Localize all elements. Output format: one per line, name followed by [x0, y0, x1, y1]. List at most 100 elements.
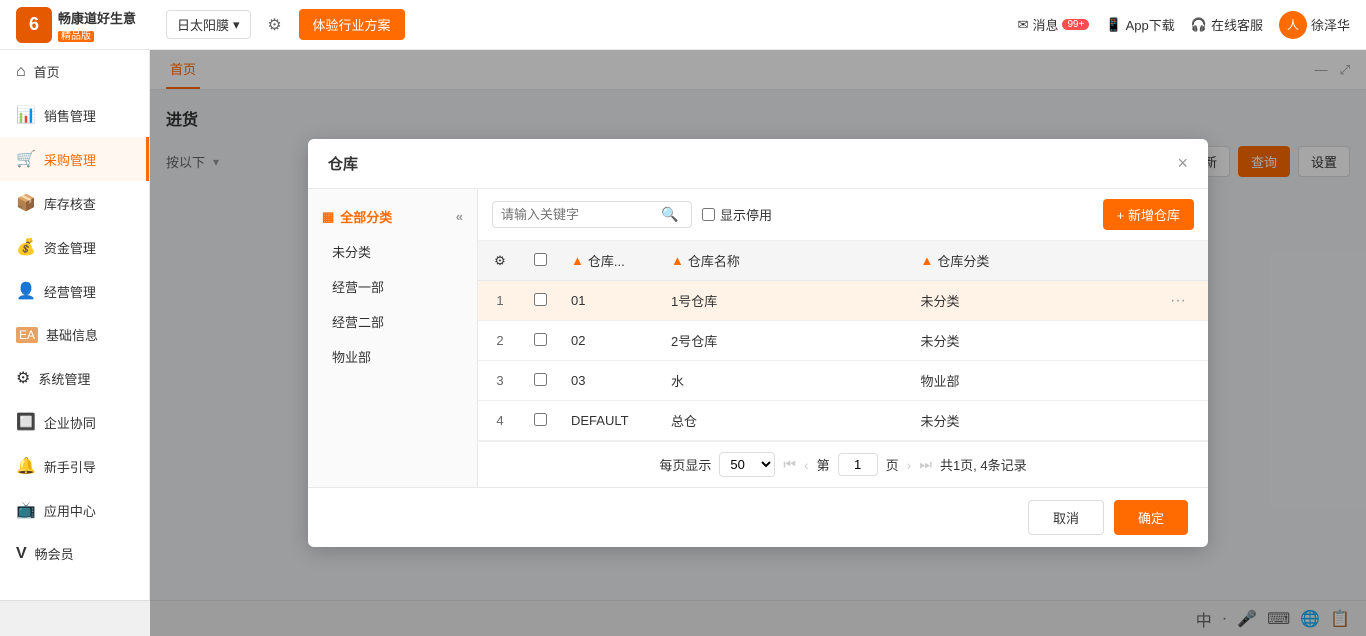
category-grid-icon: ▦: [322, 209, 334, 225]
show-disabled-checkbox[interactable]: 显示停用: [702, 205, 772, 224]
page-label: 第: [817, 455, 830, 474]
row-checkbox-cell[interactable]: [522, 361, 559, 401]
service-label: 在线客服: [1211, 15, 1263, 34]
sidebar-item-operations[interactable]: 👤 经营管理: [0, 269, 149, 313]
row-checkbox-cell[interactable]: [522, 401, 559, 441]
message-btn[interactable]: ✉ 消息 99+: [1018, 15, 1090, 34]
sidebar-item-enterprise[interactable]: 🔲 企业协同: [0, 400, 149, 444]
sidebar-cat-dept1[interactable]: 经营一部: [308, 269, 477, 304]
row-code: 02: [559, 321, 659, 361]
page-next-btn[interactable]: ›: [907, 457, 912, 473]
logo-tag: 精品版: [58, 31, 94, 42]
operations-icon: 👤: [16, 281, 36, 301]
row-action[interactable]: ···: [1158, 281, 1208, 321]
row-num: 3: [478, 361, 522, 401]
sidebar-item-system[interactable]: ⚙ 系统管理: [0, 356, 149, 400]
sidebar-cat-dept2[interactable]: 经营二部: [308, 304, 477, 339]
sidebar-label-base-info: 基础信息: [46, 325, 98, 344]
sidebar-label-purchase: 采购管理: [44, 150, 96, 169]
sidebar-label-enterprise: 企业协同: [44, 413, 96, 432]
row-checkbox[interactable]: [534, 413, 547, 426]
sidebar-item-vip[interactable]: V 畅会员: [0, 532, 149, 575]
per-page-label: 每页显示: [659, 455, 711, 474]
sidebar-item-sales[interactable]: 📊 销售管理: [0, 93, 149, 137]
page-number-input[interactable]: [838, 453, 878, 476]
service-btn[interactable]: 🎧 在线客服: [1191, 15, 1263, 34]
row-category: 未分类: [909, 281, 1159, 321]
sidebar-item-finance[interactable]: 💰 资金管理: [0, 225, 149, 269]
headset-icon: 🎧: [1191, 17, 1207, 33]
table-row[interactable]: 2 02 2号仓库 未分类: [478, 321, 1208, 361]
row-action[interactable]: [1158, 401, 1208, 441]
row-code: DEFAULT: [559, 401, 659, 441]
row-checkbox[interactable]: [534, 293, 547, 306]
settings-gear-icon[interactable]: ⚙: [259, 9, 291, 41]
guide-icon: 🔔: [16, 456, 36, 476]
sidebar-item-apps[interactable]: 📺 应用中心: [0, 488, 149, 532]
cancel-btn[interactable]: 取消: [1028, 500, 1104, 535]
page-suffix: 页: [886, 455, 899, 474]
select-all-checkbox[interactable]: [534, 253, 547, 266]
message-icon: ✉: [1018, 17, 1029, 33]
sidebar-item-home[interactable]: ⌂ 首页: [0, 50, 149, 93]
add-warehouse-btn[interactable]: + 新增仓库: [1103, 199, 1194, 230]
modal-sidebar-header[interactable]: ▦ 全部分类 «: [308, 199, 477, 234]
app-label: App下载: [1126, 15, 1175, 34]
user-btn[interactable]: 人 徐泽华: [1279, 11, 1350, 39]
sidebar-label-finance: 资金管理: [44, 238, 96, 257]
show-disabled-label: 显示停用: [720, 205, 772, 224]
table-row[interactable]: 4 DEFAULT 总仓 未分类: [478, 401, 1208, 441]
th-settings[interactable]: ⚙: [478, 241, 522, 281]
avatar: 人: [1279, 11, 1307, 39]
page-last-btn[interactable]: ⏭: [919, 456, 932, 473]
row-num: 4: [478, 401, 522, 441]
row-checkbox-cell[interactable]: [522, 281, 559, 321]
disabled-checkbox-input[interactable]: [702, 208, 715, 221]
enterprise-icon: 🔲: [16, 412, 36, 432]
page-first-btn[interactable]: ⏮: [783, 456, 796, 473]
sidebar-cat-unclassified[interactable]: 未分类: [308, 234, 477, 269]
row-action[interactable]: [1158, 361, 1208, 401]
th-action: [1158, 241, 1208, 281]
modal-header: 仓库 ×: [308, 139, 1208, 189]
logo-icon: 6: [16, 7, 52, 43]
page-prev-btn[interactable]: ‹: [804, 457, 809, 473]
modal-title: 仓库: [328, 153, 358, 174]
sidebar-cat-property[interactable]: 物业部: [308, 339, 477, 374]
row-name: 1号仓库: [659, 281, 909, 321]
sidebar-collapse-btn[interactable]: «: [456, 209, 463, 224]
sidebar: ⌂ 首页 📊 销售管理 🛒 采购管理 📦 库存核查 💰 资金管理 👤 经营管理 …: [0, 50, 150, 636]
row-name: 2号仓库: [659, 321, 909, 361]
trial-btn[interactable]: 体验行业方案: [299, 9, 405, 40]
row-name: 总仓: [659, 401, 909, 441]
all-category-label: 全部分类: [340, 207, 392, 226]
row-checkbox[interactable]: [534, 373, 547, 386]
sidebar-item-inventory[interactable]: 📦 库存核查: [0, 181, 149, 225]
store-selector[interactable]: 日太阳膜 ▾: [166, 10, 251, 39]
system-icon: ⚙: [16, 368, 30, 388]
logo-text: 畅康道好生意 精品版: [58, 8, 136, 42]
app-download-btn[interactable]: 📱 App下载: [1105, 15, 1174, 34]
row-checkbox-cell[interactable]: [522, 321, 559, 361]
base-info-icon: EA: [16, 327, 38, 343]
search-box[interactable]: 🔍: [492, 201, 692, 228]
sidebar-label-system: 系统管理: [38, 369, 90, 388]
sidebar-item-purchase[interactable]: 🛒 采购管理: [0, 137, 149, 181]
table-row[interactable]: 1 01 1号仓库 未分类 ···: [478, 281, 1208, 321]
confirm-btn[interactable]: 确定: [1114, 500, 1188, 535]
modal-footer: 取消 确定: [308, 487, 1208, 547]
search-icon[interactable]: 🔍: [661, 206, 678, 223]
sidebar-item-guide[interactable]: 🔔 新手引导: [0, 444, 149, 488]
table-row[interactable]: 3 03 水 物业部: [478, 361, 1208, 401]
sidebar-item-base-info[interactable]: EA 基础信息: [0, 313, 149, 356]
th-checkbox: [522, 241, 559, 281]
modal-close-btn[interactable]: ×: [1177, 153, 1188, 174]
row-ellipsis-btn[interactable]: ···: [1170, 292, 1186, 309]
search-input[interactable]: [501, 207, 661, 222]
row-checkbox[interactable]: [534, 333, 547, 346]
dropdown-arrow: ▾: [233, 17, 240, 33]
row-action[interactable]: [1158, 321, 1208, 361]
inventory-icon: 📦: [16, 193, 36, 213]
sort-icon-cat: ▲: [921, 253, 934, 268]
per-page-select[interactable]: 10 20 50 100: [719, 452, 775, 477]
